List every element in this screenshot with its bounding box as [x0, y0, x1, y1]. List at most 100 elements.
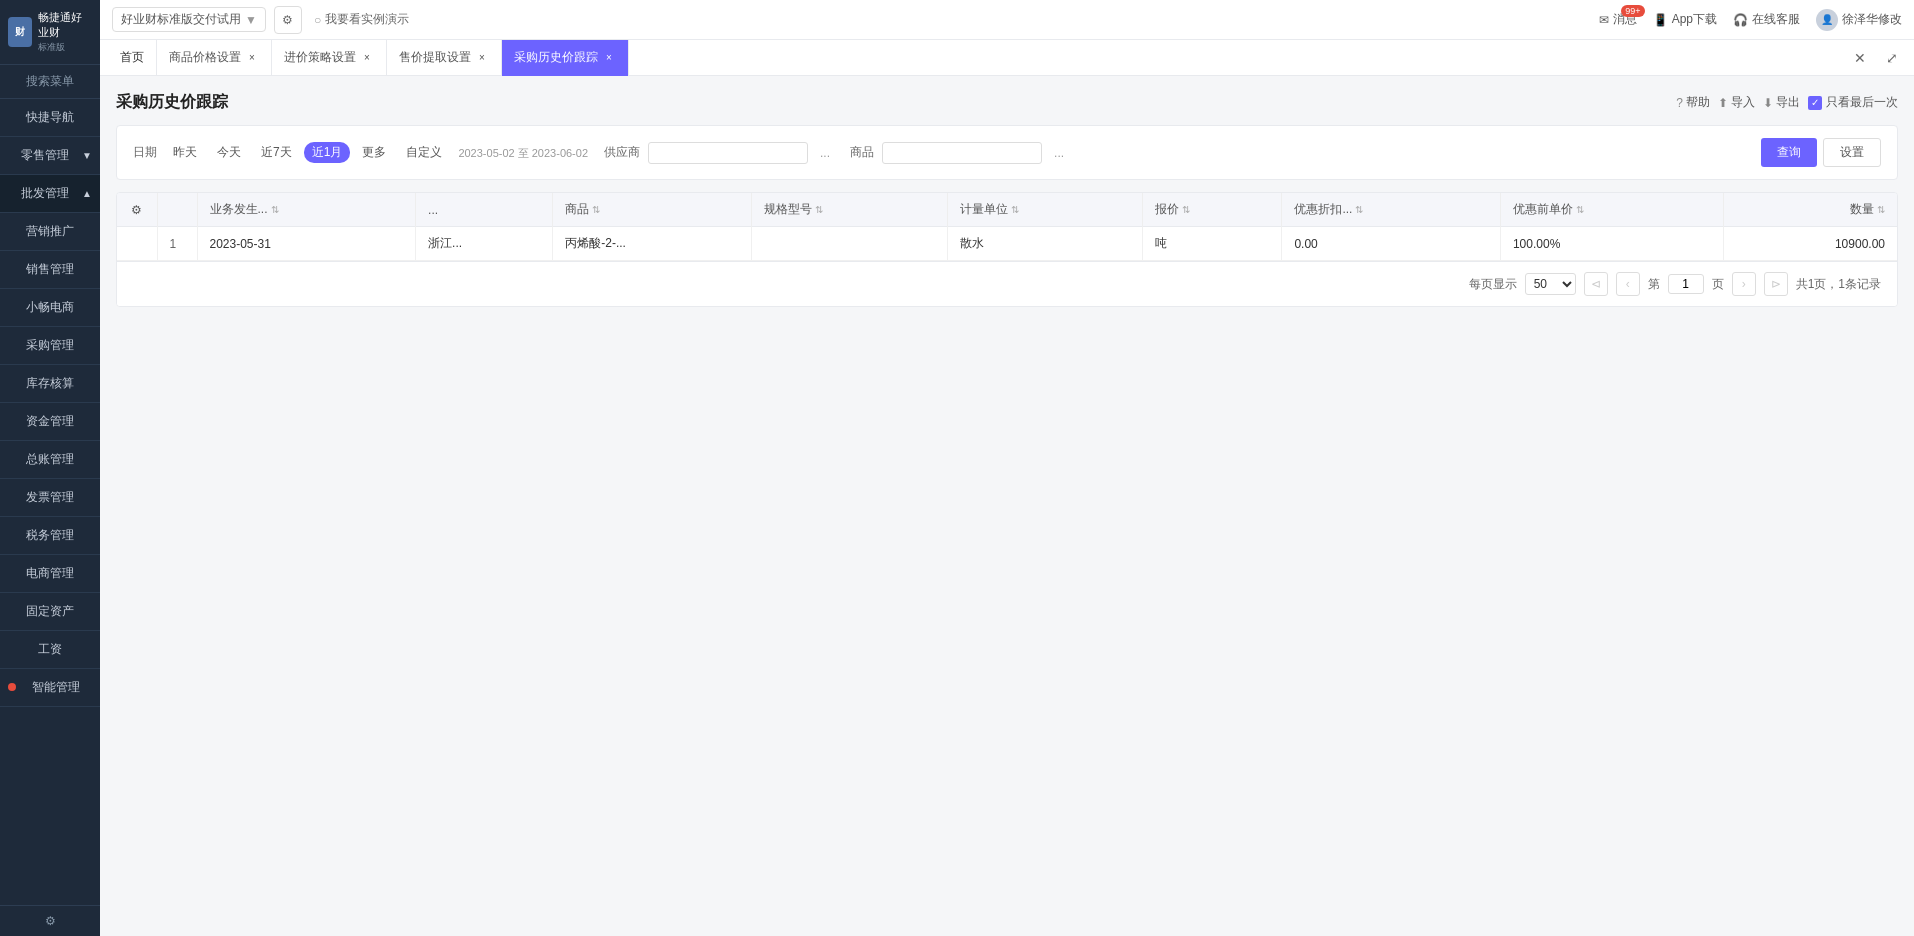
page-input[interactable] [1668, 274, 1704, 294]
tab-home[interactable]: 首页 [108, 40, 157, 76]
row-num: 1 [157, 227, 197, 261]
version-selector[interactable]: 好业财标准版交付试用 ▼ [112, 7, 266, 32]
message-button[interactable]: ✉ 消息 99+ [1599, 11, 1637, 28]
tab-close-panel-button[interactable]: ✕ [1846, 44, 1874, 72]
sidebar-item-marketing[interactable]: 营销推广 [0, 213, 100, 251]
sidebar-settings[interactable]: ⚙ [0, 905, 100, 936]
pagination-first-button[interactable]: ⊲ [1584, 272, 1608, 296]
sort-spec-icon: ⇅ [815, 204, 823, 215]
sidebar-item-invoice[interactable]: 发票管理 [0, 479, 100, 517]
sidebar-search[interactable]: 搜索菜单 [0, 65, 100, 99]
per-page-select[interactable]: 50 20 100 200 [1525, 273, 1576, 295]
gear-icon[interactable]: ⚙ [131, 203, 142, 217]
page-header: 采购历史价跟踪 ? 帮助 ⬆ 导入 ⬇ 导出 只看最后一次 [116, 92, 1898, 113]
sidebar-item-salary[interactable]: 工资 [0, 631, 100, 669]
date-btn-7days[interactable]: 近7天 [253, 142, 300, 163]
sidebar-item-tax[interactable]: 税务管理 [0, 517, 100, 555]
smart-dot [8, 683, 16, 691]
th-discount[interactable]: 优惠折扣... ⇅ [1282, 193, 1501, 227]
per-page-label: 每页显示 [1469, 276, 1517, 293]
last-only-checkbox[interactable] [1808, 96, 1822, 110]
th-unit[interactable]: 计量单位 ⇅ [947, 193, 1142, 227]
sidebar-item-ecom-small[interactable]: 小畅电商 [0, 289, 100, 327]
filter-action-buttons: 查询 设置 [1761, 138, 1881, 167]
tab-strategy-close[interactable]: × [360, 51, 374, 65]
date-btn-yesterday[interactable]: 昨天 [165, 142, 205, 163]
export-link[interactable]: ⬇ 导出 [1763, 94, 1800, 111]
demo-icon: ○ [314, 13, 321, 27]
th-price[interactable]: 报价 ⇅ [1142, 193, 1281, 227]
last-only-checkbox-label[interactable]: 只看最后一次 [1808, 94, 1898, 111]
sidebar-item-capital[interactable]: 资金管理 [0, 403, 100, 441]
table-row: 1 2023-05-31 浙江... 丙烯酸-2-... 散水 吨 0.00 1… [117, 227, 1897, 261]
th-date[interactable]: 业务发生... ⇅ [197, 193, 416, 227]
retail-arrow: ▼ [82, 150, 92, 161]
sidebar-item-quick-nav[interactable]: 快捷导航 [0, 99, 100, 137]
user-avatar: 👤 [1816, 9, 1838, 31]
supplier-input[interactable] [648, 142, 808, 164]
date-label: 日期 [133, 144, 157, 161]
service-icon: 🎧 [1733, 13, 1748, 27]
settings-button[interactable]: 设置 [1823, 138, 1881, 167]
th-spec[interactable]: 规格型号 ⇅ [752, 193, 947, 227]
logo-text: 畅捷通好业财 [38, 10, 92, 41]
sidebar-item-general[interactable]: 总账管理 [0, 441, 100, 479]
row-date: 2023-05-31 [197, 227, 416, 261]
query-button[interactable]: 查询 [1761, 138, 1817, 167]
sidebar-item-purchase[interactable]: 采购管理 [0, 327, 100, 365]
import-link[interactable]: ⬆ 导入 [1718, 94, 1755, 111]
sidebar-item-retail[interactable]: 零售管理 ▼ [0, 137, 100, 175]
date-buttons: 昨天 今天 近7天 近1月 更多 自定义 [165, 142, 450, 163]
th-unit-price[interactable]: 优惠前单价 ⇅ [1500, 193, 1723, 227]
pagination-next-button[interactable]: › [1732, 272, 1756, 296]
row-spec [752, 227, 947, 261]
row-price: 0.00 [1282, 227, 1501, 261]
tab-sale[interactable]: 售价提取设置 × [387, 40, 502, 76]
tab-price[interactable]: 商品价格设置 × [157, 40, 272, 76]
tab-purchase-close[interactable]: × [602, 51, 616, 65]
selector-arrow-icon: ▼ [245, 13, 257, 27]
date-range-display: 2023-05-02 至 2023-06-02 [458, 146, 588, 161]
pagination-last-button[interactable]: ⊳ [1764, 272, 1788, 296]
th-extra[interactable]: ... [416, 193, 553, 227]
topbar: 好业财标准版交付试用 ▼ ⚙ ○ 我要看实例演示 ✉ 消息 99+ 📱 App下… [100, 0, 1914, 40]
row-unit: 散水 [947, 227, 1142, 261]
pagination-prev-button[interactable]: ‹ [1616, 272, 1640, 296]
user-menu[interactable]: 👤 徐泽华修改 [1816, 9, 1902, 31]
goods-more-icon[interactable]: ... [1050, 144, 1068, 162]
sidebar-item-wholesale[interactable]: 批发管理 ▲ [0, 175, 100, 213]
pagination: 每页显示 50 20 100 200 ⊲ ‹ 第 页 › ⊳ 共1页，1条记录 [117, 261, 1897, 306]
tab-purchase[interactable]: 采购历史价跟踪 × [502, 40, 629, 76]
th-goods[interactable]: 商品 ⇅ [553, 193, 752, 227]
date-btn-more[interactable]: 更多 [354, 142, 394, 163]
import-icon: ⬆ [1718, 96, 1728, 110]
th-quantity[interactable]: 数量 ⇅ [1724, 193, 1897, 227]
tabs-bar: 首页 商品价格设置 × 进价策略设置 × 售价提取设置 × 采购历史价跟踪 × … [100, 40, 1914, 76]
sidebar-item-warehouse[interactable]: 库存核算 [0, 365, 100, 403]
demo-link[interactable]: ○ 我要看实例演示 [314, 11, 409, 28]
goods-input[interactable] [882, 142, 1042, 164]
logo-sub: 标准版 [38, 41, 92, 54]
sidebar-logo: 财 畅捷通好业财 标准版 [0, 0, 100, 65]
sort-unit-icon: ⇅ [1011, 204, 1019, 215]
tab-sale-close[interactable]: × [475, 51, 489, 65]
online-service-button[interactable]: 🎧 在线客服 [1733, 11, 1800, 28]
sidebar-item-sales[interactable]: 销售管理 [0, 251, 100, 289]
tab-maximize-button[interactable]: ⤢ [1878, 44, 1906, 72]
row-discount: 100.00% [1500, 227, 1723, 261]
date-btn-1month[interactable]: 近1月 [304, 142, 351, 163]
sidebar-item-smart[interactable]: 智能管理 [0, 669, 100, 707]
date-btn-custom[interactable]: 自定义 [398, 142, 450, 163]
app-download-button[interactable]: 📱 App下载 [1653, 11, 1717, 28]
date-btn-today[interactable]: 今天 [209, 142, 249, 163]
export-icon: ⬇ [1763, 96, 1773, 110]
sidebar-item-asset[interactable]: 固定资产 [0, 593, 100, 631]
supplier-more-icon[interactable]: ... [816, 144, 834, 162]
tab-strategy[interactable]: 进价策略设置 × [272, 40, 387, 76]
th-num [157, 193, 197, 227]
sidebar-item-ecom[interactable]: 电商管理 [0, 555, 100, 593]
help-link[interactable]: ? 帮助 [1676, 94, 1710, 111]
date-filter-group: 日期 昨天 今天 近7天 近1月 更多 自定义 2023-05-02 至 202… [133, 142, 588, 163]
tab-price-close[interactable]: × [245, 51, 259, 65]
topbar-settings-button[interactable]: ⚙ [274, 6, 302, 34]
